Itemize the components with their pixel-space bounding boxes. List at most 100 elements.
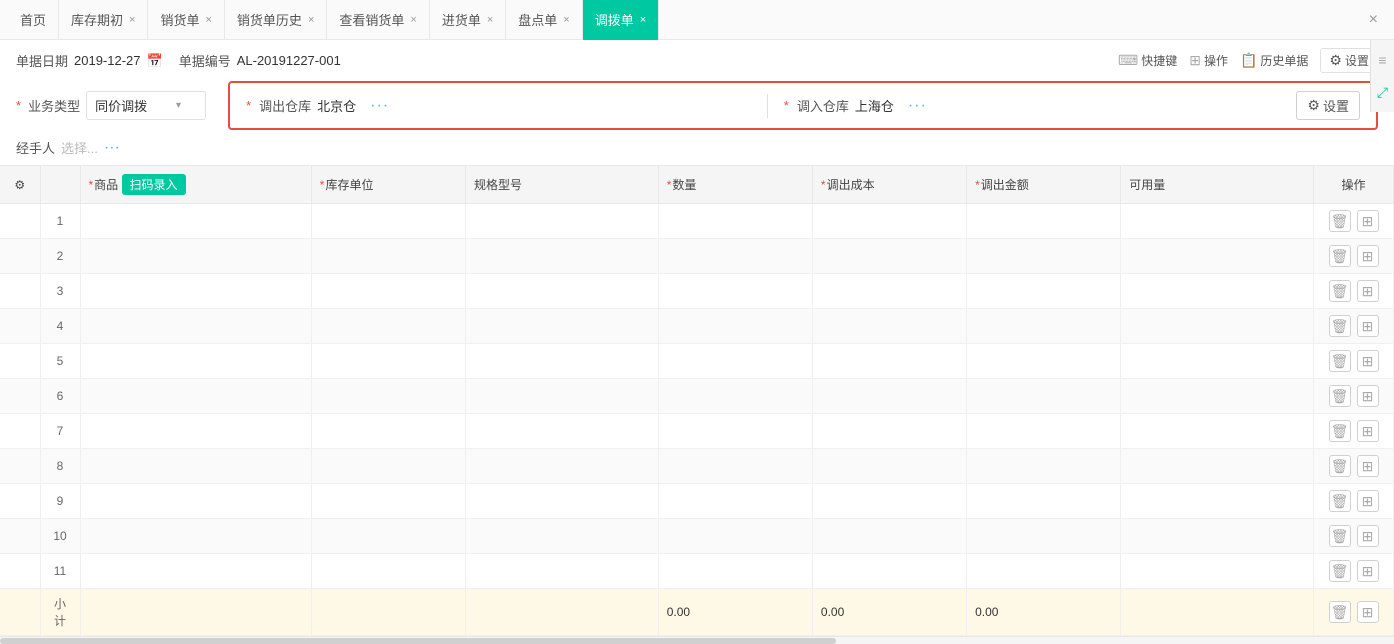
close-sales-order-icon[interactable]: × — [205, 14, 211, 26]
biz-type-select[interactable]: 同价调拨 ▾ — [86, 91, 206, 120]
row-cost-cell[interactable] — [812, 379, 966, 414]
close-inventory-init-icon[interactable]: × — [129, 14, 135, 26]
agent-more-button[interactable]: ··· — [104, 139, 120, 157]
delete-row-button[interactable]: 🗑 — [1329, 420, 1351, 442]
copy-row-button[interactable]: ⊞ — [1357, 315, 1379, 337]
delete-row-button[interactable]: 🗑 — [1329, 455, 1351, 477]
row-unit-cell[interactable] — [311, 484, 465, 519]
warehouse-out-value[interactable]: 北京仓 — [317, 96, 356, 115]
row-cost-cell[interactable] — [812, 274, 966, 309]
row-unit-cell[interactable] — [311, 204, 465, 239]
row-available-cell[interactable] — [1121, 309, 1314, 344]
delete-row-button[interactable]: 🗑 — [1329, 525, 1351, 547]
delete-row-button[interactable]: 🗑 — [1329, 350, 1351, 372]
agent-select[interactable]: 选择... — [61, 138, 98, 157]
copy-row-button[interactable]: ⊞ — [1357, 210, 1379, 232]
row-amount-cell[interactable] — [967, 554, 1121, 589]
copy-row-button[interactable]: ⊞ — [1357, 560, 1379, 582]
row-unit-cell[interactable] — [311, 344, 465, 379]
row-available-cell[interactable] — [1121, 554, 1314, 589]
row-available-cell[interactable] — [1121, 484, 1314, 519]
row-qty-cell[interactable] — [658, 204, 812, 239]
row-product-cell[interactable] — [80, 204, 311, 239]
row-spec-cell[interactable] — [465, 484, 658, 519]
copy-row-button[interactable]: ⊞ — [1357, 245, 1379, 267]
row-product-cell[interactable] — [80, 239, 311, 274]
close-all-tabs-button[interactable]: × — [1361, 11, 1386, 29]
row-amount-cell[interactable] — [967, 414, 1121, 449]
row-available-cell[interactable] — [1121, 449, 1314, 484]
delete-row-button[interactable]: 🗑 — [1329, 245, 1351, 267]
copy-row-button[interactable]: ⊞ — [1357, 420, 1379, 442]
row-cost-cell[interactable] — [812, 449, 966, 484]
row-product-cell[interactable] — [80, 554, 311, 589]
doc-date-value[interactable]: 2019-12-27 — [74, 53, 141, 68]
row-cost-cell[interactable] — [812, 484, 966, 519]
row-amount-cell[interactable] — [967, 449, 1121, 484]
close-sales-history-icon[interactable]: × — [308, 14, 314, 26]
row-cost-cell[interactable] — [812, 519, 966, 554]
row-qty-cell[interactable] — [658, 239, 812, 274]
row-unit-cell[interactable] — [311, 449, 465, 484]
row-available-cell[interactable] — [1121, 379, 1314, 414]
delete-row-button[interactable]: 🗑 — [1329, 315, 1351, 337]
delete-row-button[interactable]: 🗑 — [1329, 280, 1351, 302]
tab-purchase-order[interactable]: 进货单 × — [430, 0, 506, 40]
row-qty-cell[interactable] — [658, 344, 812, 379]
warehouse-in-value[interactable]: 上海仓 — [855, 96, 894, 115]
row-available-cell[interactable] — [1121, 274, 1314, 309]
row-spec-cell[interactable] — [465, 519, 658, 554]
row-available-cell[interactable] — [1121, 414, 1314, 449]
row-spec-cell[interactable] — [465, 204, 658, 239]
column-gear[interactable]: ⚙ — [0, 166, 40, 204]
row-amount-cell[interactable] — [967, 484, 1121, 519]
row-qty-cell[interactable] — [658, 414, 812, 449]
row-cost-cell[interactable] — [812, 239, 966, 274]
tab-home[interactable]: 首页 — [8, 0, 59, 40]
operations-button[interactable]: ⊞ 操作 — [1189, 52, 1228, 69]
doc-no-value[interactable]: AL-20191227-001 — [237, 53, 341, 68]
row-qty-cell[interactable] — [658, 484, 812, 519]
subtotal-copy-button[interactable]: ⊞ — [1357, 601, 1379, 623]
row-unit-cell[interactable] — [311, 274, 465, 309]
warehouse-in-more-button[interactable]: ··· — [908, 97, 927, 115]
row-qty-cell[interactable] — [658, 519, 812, 554]
row-cost-cell[interactable] — [812, 344, 966, 379]
delete-row-button[interactable]: 🗑 — [1329, 490, 1351, 512]
row-spec-cell[interactable] — [465, 344, 658, 379]
row-cost-cell[interactable] — [812, 414, 966, 449]
copy-row-button[interactable]: ⊞ — [1357, 385, 1379, 407]
row-qty-cell[interactable] — [658, 309, 812, 344]
row-amount-cell[interactable] — [967, 204, 1121, 239]
row-spec-cell[interactable] — [465, 379, 658, 414]
row-spec-cell[interactable] — [465, 274, 658, 309]
right-expand-icon[interactable]: ⤢ — [1371, 80, 1394, 104]
row-cost-cell[interactable] — [812, 554, 966, 589]
close-inventory-check-icon[interactable]: × — [563, 14, 569, 26]
calendar-icon[interactable]: 📅 — [147, 53, 163, 69]
delete-row-button[interactable]: 🗑 — [1329, 385, 1351, 407]
tab-sales-history[interactable]: 销货单历史 × — [225, 0, 327, 40]
row-spec-cell[interactable] — [465, 449, 658, 484]
row-unit-cell[interactable] — [311, 554, 465, 589]
row-product-cell[interactable] — [80, 344, 311, 379]
row-amount-cell[interactable] — [967, 239, 1121, 274]
row-cost-cell[interactable] — [812, 204, 966, 239]
row-unit-cell[interactable] — [311, 414, 465, 449]
row-cost-cell[interactable] — [812, 309, 966, 344]
row-product-cell[interactable] — [80, 309, 311, 344]
row-unit-cell[interactable] — [311, 379, 465, 414]
row-amount-cell[interactable] — [967, 379, 1121, 414]
delete-row-button[interactable]: 🗑 — [1329, 210, 1351, 232]
row-qty-cell[interactable] — [658, 449, 812, 484]
tab-sales-order[interactable]: 销货单 × — [148, 0, 224, 40]
row-spec-cell[interactable] — [465, 414, 658, 449]
row-spec-cell[interactable] — [465, 309, 658, 344]
row-available-cell[interactable] — [1121, 204, 1314, 239]
row-amount-cell[interactable] — [967, 344, 1121, 379]
row-amount-cell[interactable] — [967, 309, 1121, 344]
delete-row-button[interactable]: 🗑 — [1329, 560, 1351, 582]
scan-button[interactable]: 扫码录入 — [122, 174, 186, 195]
right-list-icon[interactable]: ≡ — [1371, 48, 1394, 72]
row-qty-cell[interactable] — [658, 274, 812, 309]
